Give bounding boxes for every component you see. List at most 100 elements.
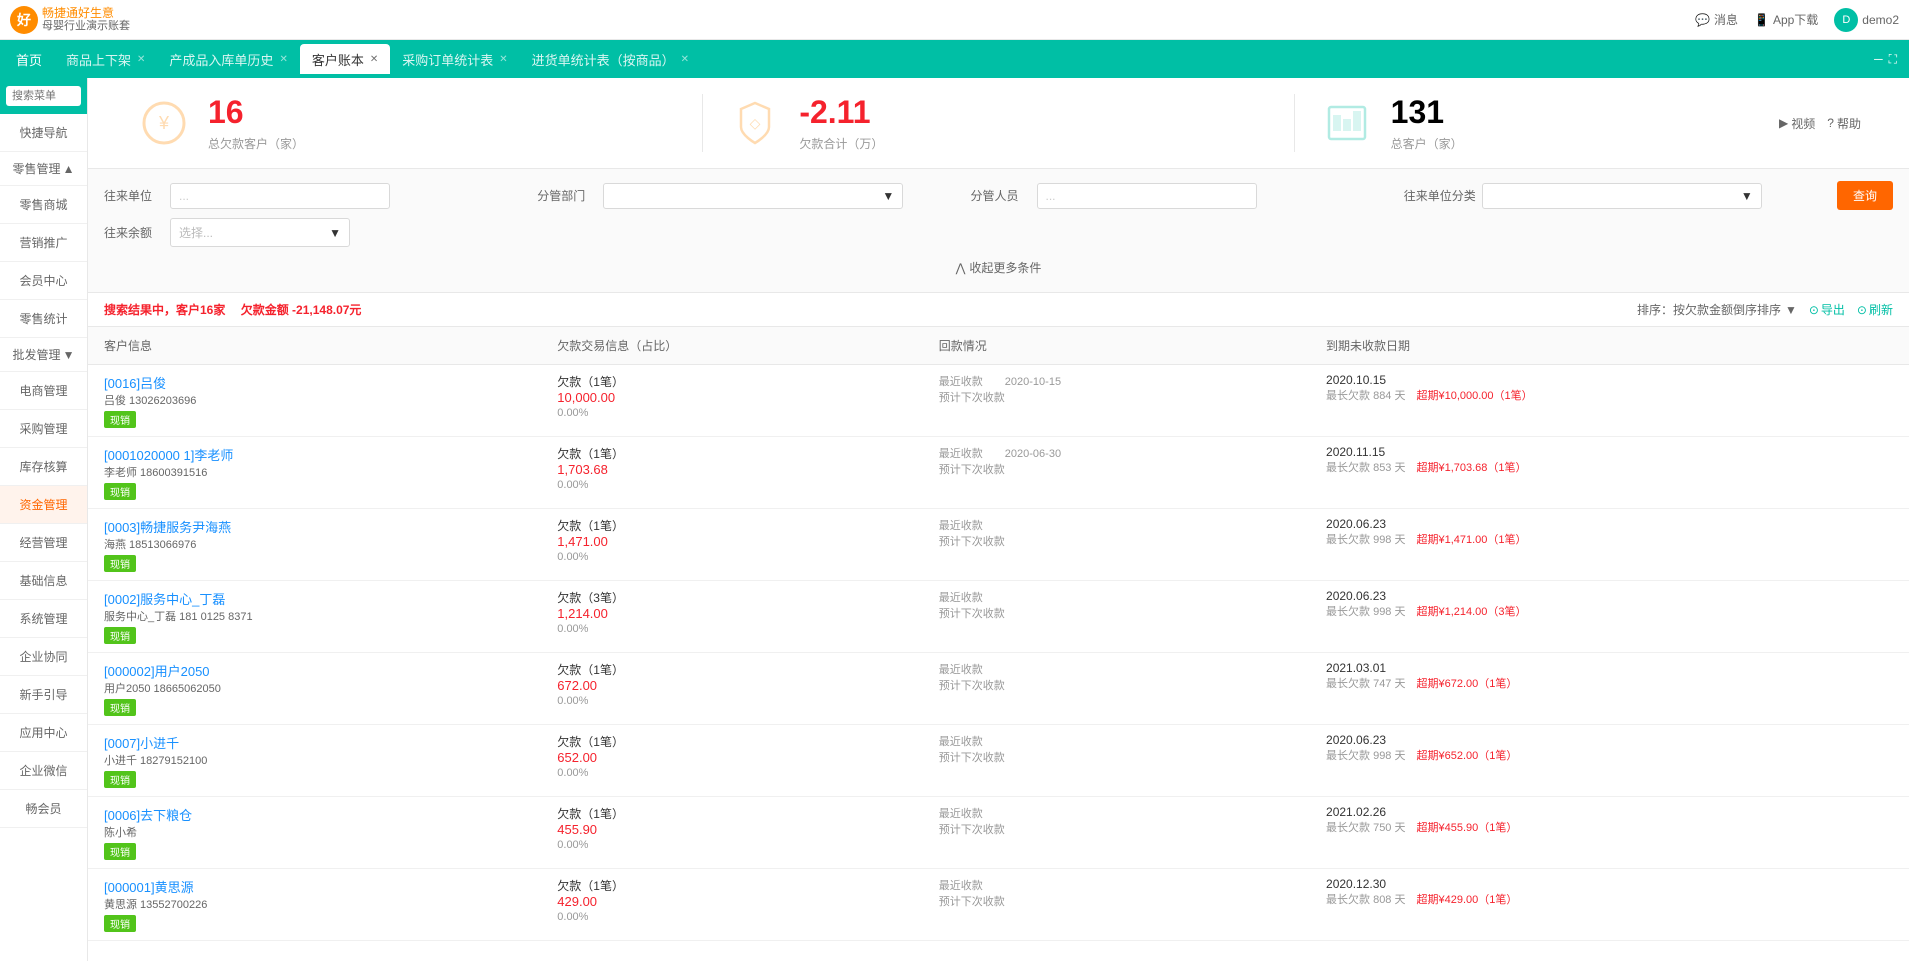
- sort-dropdown[interactable]: 排序：按欠款金额倒序排序 ▼: [1637, 301, 1797, 318]
- overdue-amount-3[interactable]: 1,214.00: [557, 606, 907, 621]
- help-label: 帮助: [1837, 115, 1861, 132]
- tab-product-history[interactable]: 产成品入库单历史 ✕: [157, 44, 299, 74]
- logo-icon: 好: [10, 6, 38, 34]
- cell-customer-1: [0001020000 1]李老师 李老师 18600391516 现销: [88, 437, 541, 509]
- balance-select[interactable]: 选择... ▼: [170, 218, 350, 247]
- overdue-link-0[interactable]: 超期¥10,000.00（1笔）: [1416, 390, 1532, 402]
- sidebar-item-retail-stats[interactable]: 零售统计: [0, 300, 87, 338]
- sidebar-item-members[interactable]: 会员中心: [0, 262, 87, 300]
- close-icon[interactable]: ✕: [681, 54, 689, 65]
- cell-due-date-2: 2020.06.23 最长欠款 998 天 超期¥1,471.00（1笔）: [1310, 509, 1909, 581]
- message-btn[interactable]: 💬 消息: [1695, 11, 1738, 28]
- sidebar-item-retail-store[interactable]: 零售商城: [0, 186, 87, 224]
- overdue-amount-7[interactable]: 429.00: [557, 894, 907, 909]
- dept-select[interactable]: ▼: [603, 183, 903, 209]
- sidebar-item-new-guide[interactable]: 新手引导: [0, 676, 87, 714]
- due-date-6: 2021.02.26: [1326, 805, 1893, 819]
- sidebar-item-sys-mgmt[interactable]: 系统管理: [0, 600, 87, 638]
- sidebar-item-finance[interactable]: 资金管理: [0, 486, 87, 524]
- tab-purchase-order[interactable]: 采购订单统计表 ✕: [390, 44, 519, 74]
- sidebar-item-quick-nav[interactable]: 快捷导航: [0, 114, 87, 152]
- overdue-amount-6[interactable]: 455.90: [557, 822, 907, 837]
- customer-name-1[interactable]: [0001020000 1]李老师: [104, 445, 525, 464]
- minimize-icon[interactable]: ─: [1874, 52, 1883, 67]
- customer-name-5[interactable]: [0007]小进千: [104, 733, 525, 752]
- user-btn[interactable]: D demo2: [1834, 8, 1899, 32]
- unit-class-select[interactable]: ▼: [1482, 183, 1762, 209]
- tab-home[interactable]: 首页: [4, 44, 54, 74]
- overdue-link-2[interactable]: 超期¥1,471.00（1笔）: [1416, 534, 1526, 546]
- customer-phone-7: 黄思源 13552700226: [104, 896, 525, 912]
- overdue-link-6[interactable]: 超期¥455.90（1笔）: [1416, 822, 1517, 834]
- overdue-amount-1[interactable]: 1,703.68: [557, 462, 907, 477]
- sidebar-item-app-center[interactable]: 应用中心: [0, 714, 87, 752]
- customer-name-4[interactable]: [000002]用户2050: [104, 661, 525, 680]
- help-btn[interactable]: ? 帮助: [1827, 115, 1861, 132]
- close-icon[interactable]: ✕: [499, 54, 507, 65]
- overdue-link-7[interactable]: 超期¥429.00（1笔）: [1416, 894, 1517, 906]
- cell-overdue-3: 欠款（3笔） 1,214.00 0.00%: [541, 581, 923, 653]
- sidebar-item-ops-mgmt[interactable]: 经营管理: [0, 524, 87, 562]
- sidebar-item-inventory[interactable]: 库存核算: [0, 448, 87, 486]
- cell-customer-7: [000001]黄思源 黄思源 13552700226 现销: [88, 869, 541, 941]
- close-icon[interactable]: ✕: [370, 54, 378, 65]
- tab-inbound-stats-label: 进货单统计表（按商品）: [532, 50, 675, 69]
- person-input[interactable]: ...: [1037, 183, 1257, 209]
- collapse-row[interactable]: ⋀ 收起更多条件: [104, 255, 1893, 280]
- tab-customer-account[interactable]: 客户账本 ✕: [300, 44, 390, 74]
- overdue-link-1[interactable]: 超期¥1,703.68（1笔）: [1416, 462, 1526, 474]
- search-input[interactable]: [6, 86, 81, 106]
- refresh-button[interactable]: ⊙ 刷新: [1857, 301, 1893, 318]
- customer-name-2[interactable]: [0003]畅捷服务尹海燕: [104, 517, 525, 536]
- maximize-icon[interactable]: ⛶: [1889, 52, 1897, 67]
- overdue-amount-5[interactable]: 652.00: [557, 750, 907, 765]
- sidebar-item-basic-info[interactable]: 基础信息: [0, 562, 87, 600]
- sidebar-item-wholesale-mgmt[interactable]: 批发管理 ▼: [0, 338, 87, 372]
- sidebar-item-label: 畅会员: [0, 800, 87, 817]
- overdue-text-6: 欠款（1笔）: [557, 805, 907, 822]
- overdue-amount-2[interactable]: 1,471.00: [557, 534, 907, 549]
- overdue-amount-4[interactable]: 672.00: [557, 678, 907, 693]
- sidebar-item-vip-member[interactable]: 畅会员: [0, 790, 87, 828]
- sidebar-item-label: 企业微信: [0, 762, 87, 779]
- overdue-link-5[interactable]: 超期¥652.00（1笔）: [1416, 750, 1517, 762]
- sidebar-item-label: 快捷导航: [0, 124, 87, 141]
- next-pay-label-6: 预计下次收款: [939, 821, 1294, 837]
- message-icon: 💬: [1695, 13, 1710, 27]
- table-row: [0016]吕俊 吕俊 13026203696 现销 欠款（1笔） 10,000…: [88, 365, 1909, 437]
- close-icon[interactable]: ✕: [279, 54, 287, 65]
- last-pay-label-2: 最近收款: [939, 517, 1294, 533]
- customer-name-0[interactable]: [0016]吕俊: [104, 373, 525, 392]
- overdue-amount-0[interactable]: 10,000.00: [557, 390, 907, 405]
- overdue-link-4[interactable]: 超期¥672.00（1笔）: [1416, 678, 1517, 690]
- app-download-btn[interactable]: 📱 App下载: [1754, 11, 1818, 28]
- sidebar-item-label: 营销推广: [0, 234, 87, 251]
- sidebar-item-enterprise-collab[interactable]: 企业协同: [0, 638, 87, 676]
- sidebar-item-label: 批发管理: [13, 346, 61, 363]
- cell-due-date-3: 2020.06.23 最长欠款 998 天 超期¥1,214.00（3笔）: [1310, 581, 1909, 653]
- sidebar-item-enterprise-wechat[interactable]: 企业微信: [0, 752, 87, 790]
- next-pay-label-1: 预计下次收款: [939, 461, 1294, 477]
- sidebar-item-marketing[interactable]: 营销推广: [0, 224, 87, 262]
- tab-product-history-label: 产成品入库单历史: [169, 50, 273, 69]
- overdue-link-3[interactable]: 超期¥1,214.00（3笔）: [1416, 606, 1526, 618]
- source-unit-input[interactable]: ...: [170, 183, 390, 209]
- sidebar-item-retail-mgmt[interactable]: 零售管理 ▲: [0, 152, 87, 186]
- chevron-down-icon: ▼: [1785, 303, 1797, 317]
- search-button[interactable]: 查询: [1837, 181, 1893, 210]
- customer-name-7[interactable]: [000001]黄思源: [104, 877, 525, 896]
- logo-text: 畅捷通好生意: [42, 6, 130, 20]
- video-btn[interactable]: ▶ 视频: [1779, 115, 1815, 132]
- tab-product-status[interactable]: 商品上下架 ✕: [54, 44, 157, 74]
- stat-overdue-amount: ◇ -2.11 欠款合计（万）: [703, 94, 1294, 152]
- filter-dept-label: 分管部门: [537, 187, 597, 204]
- close-icon[interactable]: ✕: [137, 54, 145, 65]
- sidebar-item-purchase-mgmt[interactable]: 采购管理: [0, 410, 87, 448]
- tab-inbound-stats[interactable]: 进货单统计表（按商品） ✕: [520, 44, 701, 74]
- customer-name-3[interactable]: [0002]服务中心_丁磊: [104, 589, 525, 608]
- stat-label-overdue-amount: 欠款合计（万）: [799, 135, 883, 152]
- customer-name-6[interactable]: [0006]去下粮仓: [104, 805, 525, 824]
- export-button[interactable]: ⊙ 导出: [1809, 301, 1845, 318]
- overdue-days-2: 最长欠款 998 天 超期¥1,471.00（1笔）: [1326, 531, 1893, 547]
- sidebar-item-ecommerce[interactable]: 电商管理: [0, 372, 87, 410]
